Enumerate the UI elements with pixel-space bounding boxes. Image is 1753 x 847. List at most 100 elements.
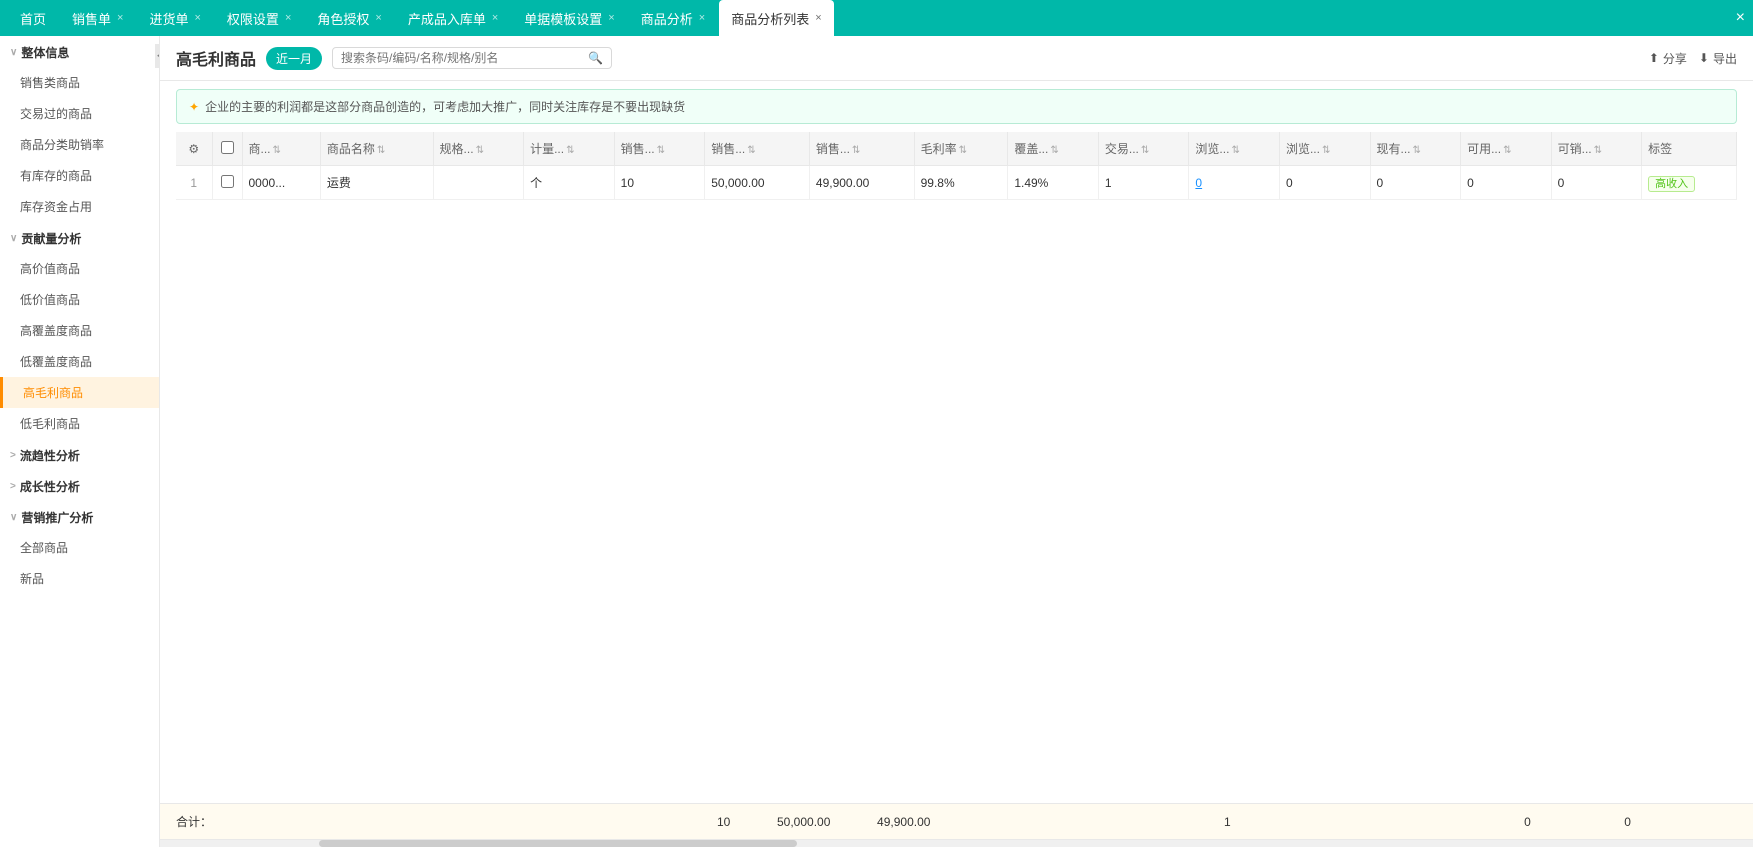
search-input[interactable] — [341, 51, 582, 65]
tab-close-销售单[interactable]: × — [117, 12, 123, 24]
export-button[interactable]: ⬇ 导出 — [1699, 50, 1737, 67]
col-header-coverage[interactable]: 覆盖...⇅ — [1008, 132, 1099, 166]
total-cells: 10 50,000.00 49,900.00 1 0 0 — [236, 815, 1737, 829]
data-table: ⚙商...⇅商品名称⇅规格...⇅计量...⇅销售...⇅销售...⇅销售...… — [176, 132, 1737, 200]
sort-icon-code: ⇅ — [273, 145, 281, 156]
row-browse1-link[interactable]: 0 — [1195, 176, 1202, 190]
total-spacer-5 — [936, 815, 1036, 829]
col-header-saleProfit[interactable]: 销售...⇅ — [809, 132, 914, 166]
tab-close-进货单[interactable]: × — [194, 12, 200, 24]
row-select-checkbox[interactable] — [221, 175, 234, 188]
sidebar-item-1-5[interactable]: 低毛利商品 — [0, 408, 159, 439]
sidebar-group-3[interactable]: > 成长性分析 — [0, 470, 159, 501]
total-sale-profit: 49,900.00 — [836, 815, 936, 829]
info-icon: ✦ — [189, 100, 199, 114]
row-browse2: 0 — [1279, 166, 1370, 200]
sort-icon-browse2: ⇅ — [1322, 145, 1330, 156]
col-header-saleable[interactable]: 可销...⇅ — [1551, 132, 1642, 166]
row-gross-rate: 99.8% — [914, 166, 1008, 200]
main-layout: << ∨整体信息销售类商品交易过的商品商品分类助销率有库存的商品库存资金占用∨贡… — [0, 36, 1753, 847]
settings-icon[interactable]: ⚙ — [188, 142, 199, 156]
col-header-tag: 标签 — [1642, 132, 1737, 166]
table-row: 10000...运费个1050,000.0049,900.0099.8%1.49… — [176, 166, 1737, 200]
row-tag: 高收入 — [1642, 166, 1737, 200]
sidebar-item-1-4[interactable]: 高毛利商品 — [0, 377, 159, 408]
sidebar-group-arrow-4: ∨ — [10, 512, 17, 523]
col-header-code[interactable]: 商...⇅ — [242, 132, 320, 166]
tag-badge: 高收入 — [1648, 176, 1695, 192]
row-usable: 0 — [1461, 166, 1552, 200]
col-header-name[interactable]: 商品名称⇅ — [320, 132, 433, 166]
col-header-saleQty[interactable]: 销售...⇅ — [614, 132, 705, 166]
row-sale-qty: 10 — [614, 166, 705, 200]
nav-tab-角色授权[interactable]: 角色授权× — [305, 0, 393, 36]
nav-tab-商品分析[interactable]: 商品分析× — [629, 0, 717, 36]
sidebar-item-4-1[interactable]: 新品 — [0, 563, 159, 594]
sidebar-group-arrow-1: ∨ — [10, 233, 17, 244]
sort-icon-saleProfit: ⇅ — [852, 145, 860, 156]
sidebar-group-2[interactable]: >流趋性分析 — [0, 439, 159, 470]
nav-tab-权限设置[interactable]: 权限设置× — [215, 0, 303, 36]
sidebar-item-4-0[interactable]: 全部商品 — [0, 532, 159, 563]
col-header-usable[interactable]: 可用...⇅ — [1461, 132, 1552, 166]
col-header-checkbox — [212, 132, 242, 166]
tab-close-单据模板设置[interactable]: × — [608, 12, 614, 24]
time-filter-button[interactable]: 近一月 — [266, 47, 322, 70]
row-browse1[interactable]: 0 — [1189, 166, 1280, 200]
sidebar-item-1-1[interactable]: 低价值商品 — [0, 284, 159, 315]
total-spacer-1 — [236, 815, 336, 829]
share-button[interactable]: ⬆ 分享 — [1649, 50, 1687, 67]
total-current: 0 — [1437, 815, 1537, 829]
col-header-browse2[interactable]: 浏览...⇅ — [1279, 132, 1370, 166]
select-all-checkbox[interactable] — [221, 141, 234, 154]
export-icon: ⬇ — [1699, 51, 1709, 65]
nav-tab-进货单[interactable]: 进货单× — [137, 0, 212, 36]
nav-tab-销售单[interactable]: 销售单× — [60, 0, 135, 36]
row-current: 0 — [1370, 166, 1461, 200]
nav-tab-商品分析列表[interactable]: 商品分析列表× — [719, 0, 833, 36]
col-header-grossRate[interactable]: 毛利率⇅ — [914, 132, 1008, 166]
total-browse2 — [1337, 815, 1437, 829]
nav-tab-首页[interactable]: 首页 — [8, 0, 58, 36]
sidebar-item-0-4[interactable]: 库存资金占用 — [0, 191, 159, 222]
row-saleable: 0 — [1551, 166, 1642, 200]
col-header-settings: ⚙ — [176, 132, 212, 166]
sidebar-item-1-2[interactable]: 高覆盖度商品 — [0, 315, 159, 346]
col-header-unit[interactable]: 计量...⇅ — [524, 132, 615, 166]
tab-close-商品分析列表[interactable]: × — [815, 12, 821, 24]
sidebar-group-1[interactable]: ∨贡献量分析 — [0, 222, 159, 253]
sidebar-item-1-3[interactable]: 低覆盖度商品 — [0, 346, 159, 377]
col-header-saleAmount[interactable]: 销售...⇅ — [705, 132, 810, 166]
sort-icon-usable: ⇅ — [1503, 145, 1511, 156]
tab-close-产成品入库单[interactable]: × — [492, 12, 498, 24]
sidebar-item-0-2[interactable]: 商品分类助销率 — [0, 129, 159, 160]
row-trade: 1 — [1098, 166, 1189, 200]
col-header-current[interactable]: 现有...⇅ — [1370, 132, 1461, 166]
sidebar-item-1-0[interactable]: 高价值商品 — [0, 253, 159, 284]
sidebar-group-label-3: 成长性分析 — [20, 478, 80, 495]
sidebar-item-0-0[interactable]: 销售类商品 — [0, 67, 159, 98]
tab-close-角色授权[interactable]: × — [375, 12, 381, 24]
sidebar-group-0[interactable]: ∨整体信息 — [0, 36, 159, 67]
nav-tab-单据模板设置[interactable]: 单据模板设置× — [512, 0, 626, 36]
tab-close-商品分析[interactable]: × — [699, 12, 705, 24]
sidebar-group-arrow-3: > — [10, 481, 16, 492]
sidebar-group-4[interactable]: ∨营销推广分析 — [0, 501, 159, 532]
col-header-browse1[interactable]: 浏览...⇅ — [1189, 132, 1280, 166]
row-checkbox[interactable] — [212, 166, 242, 200]
tab-close-权限设置[interactable]: × — [285, 12, 291, 24]
row-name: 运费 — [320, 166, 433, 200]
total-spacer-6 — [1037, 815, 1137, 829]
sidebar-collapse-button[interactable]: << — [155, 44, 160, 68]
col-header-spec[interactable]: 规格...⇅ — [433, 132, 524, 166]
close-all-button[interactable]: × — [1736, 9, 1745, 27]
col-header-trade[interactable]: 交易...⇅ — [1098, 132, 1189, 166]
search-icon[interactable]: 🔍 — [588, 51, 603, 65]
sidebar-item-0-1[interactable]: 交易过的商品 — [0, 98, 159, 129]
nav-tab-产成品入库单[interactable]: 产成品入库单× — [396, 0, 510, 36]
footer-total: 合计： 10 50,000.00 49,900.00 1 0 0 — [160, 803, 1753, 839]
bottom-scrollbar[interactable] — [160, 839, 1753, 847]
sidebar-item-0-3[interactable]: 有库存的商品 — [0, 160, 159, 191]
sort-icon-coverage: ⇅ — [1050, 145, 1058, 156]
page-title: 高毛利商品 — [176, 46, 256, 70]
